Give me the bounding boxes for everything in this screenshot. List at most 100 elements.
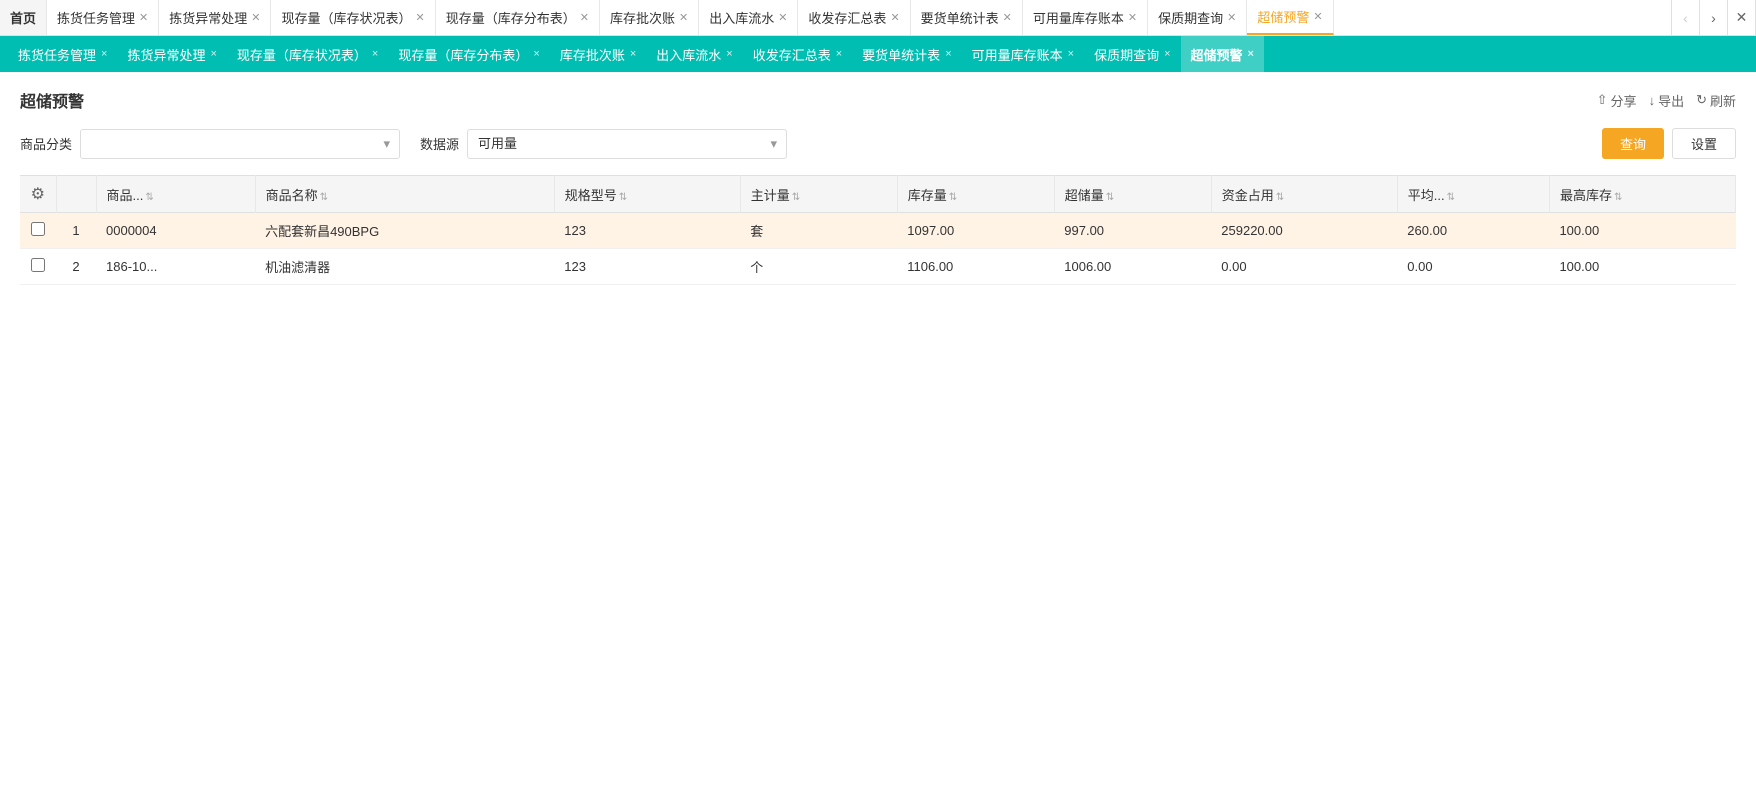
tab-close-6[interactable]: ✕ — [890, 11, 899, 24]
tab-bar: 首页 拣货任务管理✕拣货异常处理✕现存量（库存状况表）✕现存量（库存分布表）✕库… — [0, 0, 1756, 36]
header-tab-label-3: 现存量（库存分布表） — [398, 45, 528, 64]
row-unit-0: 套 — [740, 213, 897, 249]
tab-close-7[interactable]: ✕ — [1003, 11, 1012, 24]
header-tab-close-0[interactable]: × — [101, 48, 107, 60]
th-max-stock[interactable]: 最高库存⇅ — [1549, 176, 1735, 213]
row-checkbox-0[interactable] — [31, 222, 45, 236]
tab-close-3[interactable]: ✕ — [580, 11, 589, 24]
header-tab-3[interactable]: 现存量（库存分布表） × — [388, 36, 549, 72]
home-label: 首页 — [10, 8, 36, 27]
page-title: 超储预警 — [20, 88, 1597, 112]
header-tab-label-10: 超储预警 — [1191, 45, 1243, 64]
header-tab-5[interactable]: 出入库流水× — [646, 36, 742, 72]
th-gear: ⚙ — [20, 176, 56, 213]
tab-label-1: 拣货异常处理 — [169, 8, 247, 27]
tab-close-8[interactable]: ✕ — [1128, 11, 1137, 24]
th-unit[interactable]: 主计量⇅ — [740, 176, 897, 213]
header-tab-close-4[interactable]: × — [630, 48, 636, 60]
row-overstock-1: 1006.00 — [1054, 249, 1211, 285]
header-tab-6[interactable]: 收发存汇总表 × — [743, 36, 852, 72]
tab-8[interactable]: 可用量库存账本✕ — [1023, 0, 1148, 35]
tab-2[interactable]: 现存量（库存状况表）✕ — [271, 0, 435, 35]
tab-1[interactable]: 拣货异常处理 ✕ — [159, 0, 271, 35]
next-tab-btn[interactable]: › — [1700, 0, 1728, 36]
header-tab-close-5[interactable]: × — [726, 48, 732, 60]
tab-0[interactable]: 拣货任务管理 ✕ — [47, 0, 159, 35]
home-tab[interactable]: 首页 — [0, 0, 47, 35]
tab-label-0: 拣货任务管理 — [57, 8, 135, 27]
tab-label-7: 要货单统计表 — [921, 8, 999, 27]
datasource-label: 数据源 — [420, 134, 459, 153]
tab-close-10[interactable]: ✕ — [1313, 10, 1322, 23]
header-tab-0[interactable]: 拣货任务管理× — [8, 36, 117, 72]
refresh-icon: ↻ — [1696, 92, 1707, 108]
tab-7[interactable]: 要货单统计表 ✕ — [911, 0, 1023, 35]
header-tab-2[interactable]: 现存量（库存状况表）× — [227, 36, 388, 72]
header-tab-9[interactable]: 保质期查询 × — [1084, 36, 1180, 72]
settings-button[interactable]: 设置 — [1672, 128, 1736, 159]
th-avg[interactable]: 平均...⇅ — [1397, 176, 1549, 213]
row-product-code-0: 0000004 — [96, 213, 255, 249]
tab-3[interactable]: 现存量（库存分布表）✕ — [436, 0, 600, 35]
row-max-stock-0: 100.00 — [1549, 213, 1735, 249]
datasource-select[interactable]: 可用量 库存量 — [467, 129, 787, 159]
close-tab-btn[interactable]: ✕ — [1728, 0, 1756, 36]
th-spec[interactable]: 规格型号⇅ — [554, 176, 740, 213]
header-tab-close-2[interactable]: × — [372, 48, 378, 60]
export-action[interactable]: ↓ 导出 — [1649, 91, 1685, 110]
header-tab-label-6: 收发存汇总表 — [753, 45, 831, 64]
row-checkbox-1[interactable] — [31, 258, 45, 272]
tab-label-6: 收发存汇总表 — [808, 8, 886, 27]
tab-close-9[interactable]: ✕ — [1227, 11, 1236, 24]
refresh-action[interactable]: ↻ 刷新 — [1696, 91, 1736, 110]
row-product-name-1: 机油滤清器 — [255, 249, 554, 285]
header-tab-close-1[interactable]: × — [210, 48, 216, 60]
header-tab-close-9[interactable]: × — [1164, 48, 1170, 60]
header-tab-close-8[interactable]: × — [1068, 48, 1074, 60]
share-action[interactable]: ⇧ 分享 — [1597, 91, 1637, 110]
category-label: 商品分类 — [20, 134, 72, 153]
category-select-wrapper — [80, 129, 400, 159]
tab-label-10: 超储预警 — [1257, 7, 1309, 26]
tab-close-1[interactable]: ✕ — [251, 11, 260, 24]
header-tab-label-9: 保质期查询 — [1094, 45, 1159, 64]
row-max-stock-1: 100.00 — [1549, 249, 1735, 285]
tab-close-4[interactable]: ✕ — [679, 11, 688, 24]
tab-close-0[interactable]: ✕ — [139, 11, 148, 24]
tab-5[interactable]: 出入库流水✕ — [699, 0, 798, 35]
tab-10[interactable]: 超储预警 ✕ — [1247, 0, 1333, 35]
header-tab-close-7[interactable]: × — [945, 48, 951, 60]
header-tab-10[interactable]: 超储预警 × — [1181, 36, 1264, 72]
header-tab-close-6[interactable]: × — [836, 48, 842, 60]
th-product-name[interactable]: 商品名称⇅ — [255, 176, 554, 213]
th-overstock[interactable]: 超储量⇅ — [1054, 176, 1211, 213]
tab-9[interactable]: 保质期查询✕ — [1148, 0, 1247, 35]
header-tab-label-4: 库存批次账 — [560, 45, 625, 64]
tab-4[interactable]: 库存批次账 ✕ — [600, 0, 699, 35]
row-avg-0: 260.00 — [1397, 213, 1549, 249]
page-actions: ⇧ 分享 ↓ 导出 ↻ 刷新 — [1597, 91, 1736, 110]
header-tab-label-7: 要货单统计表 — [862, 45, 940, 64]
th-stock[interactable]: 库存量⇅ — [897, 176, 1054, 213]
header-tab-close-10[interactable]: × — [1248, 48, 1254, 60]
th-capital[interactable]: 资金占用⇅ — [1211, 176, 1397, 213]
row-unit-1: 个 — [740, 249, 897, 285]
prev-tab-btn[interactable]: ‹ — [1672, 0, 1700, 36]
datasource-filter: 数据源 可用量 库存量 — [420, 129, 787, 159]
header-tab-4[interactable]: 库存批次账 × — [550, 36, 646, 72]
tab-label-4: 库存批次账 — [610, 8, 675, 27]
data-table: ⚙ 商品...⇅ 商品名称⇅ 规格型号⇅ 主计量⇅ 库存量⇅ 超储量⇅ 资金占用… — [20, 175, 1736, 285]
category-select[interactable] — [80, 129, 400, 159]
refresh-label: 刷新 — [1710, 91, 1736, 110]
th-product-code[interactable]: 商品...⇅ — [96, 176, 255, 213]
query-button[interactable]: 查询 — [1602, 128, 1664, 159]
header-tab-close-3[interactable]: × — [533, 48, 539, 60]
header-tab-1[interactable]: 拣货异常处理× — [117, 36, 226, 72]
tab-close-2[interactable]: ✕ — [416, 11, 425, 24]
tab-close-5[interactable]: ✕ — [778, 11, 787, 24]
tab-6[interactable]: 收发存汇总表 ✕ — [798, 0, 910, 35]
header-tab-7[interactable]: 要货单统计表 × — [852, 36, 961, 72]
header-tab-8[interactable]: 可用量库存账本× — [962, 36, 1084, 72]
row-checkbox-cell — [20, 213, 56, 249]
gear-icon[interactable]: ⚙ — [31, 186, 45, 203]
